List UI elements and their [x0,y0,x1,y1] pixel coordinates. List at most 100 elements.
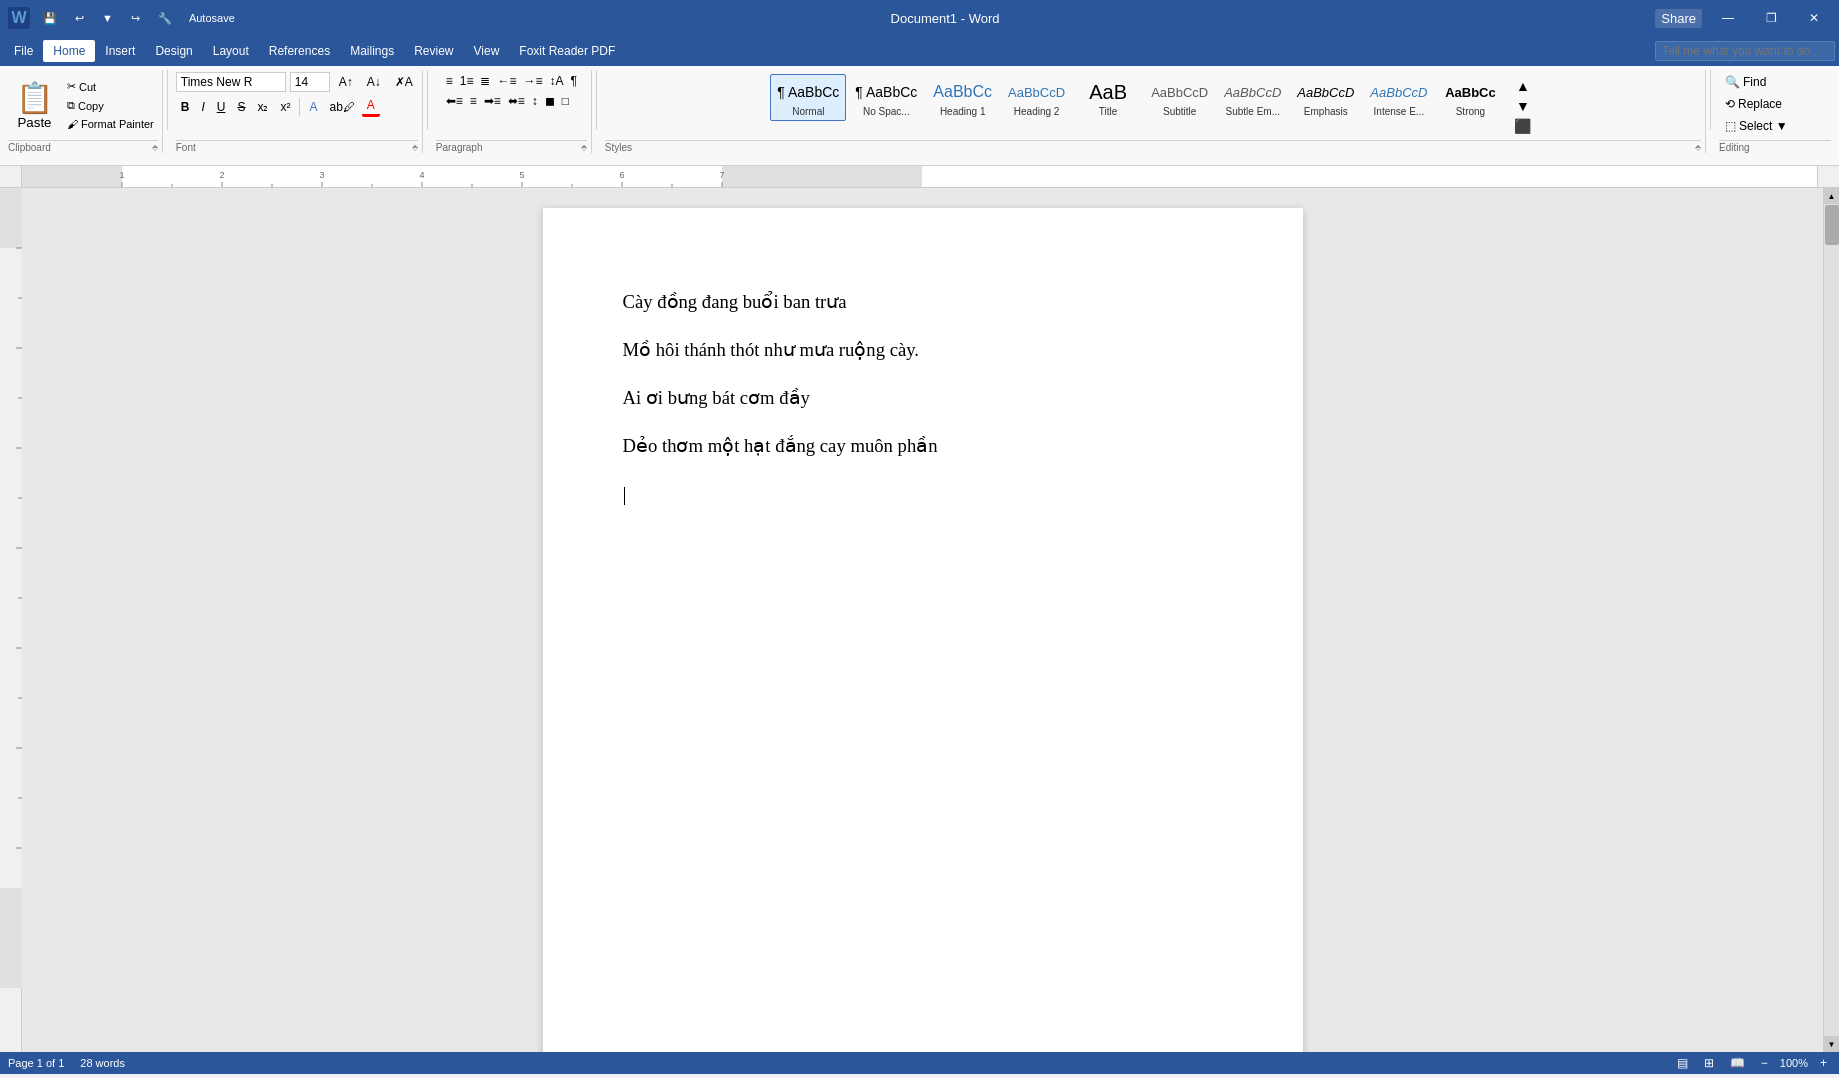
ruler-right-side [1817,166,1839,187]
format-painter-button[interactable]: 🖌 Format Painter [63,116,158,132]
scroll-track[interactable] [1824,204,1839,1036]
menu-design[interactable]: Design [145,40,202,62]
clear-format-button[interactable]: ✗A [390,73,418,91]
undo-button[interactable]: ↩ [70,10,89,27]
menu-view[interactable]: View [464,40,510,62]
style-intense-em-label: Intense E... [1374,106,1425,117]
style-emphasis[interactable]: AaBbCcD Emphasis [1290,74,1361,121]
line-spacing-button[interactable]: ↕ [529,92,541,110]
svg-text:6: 6 [619,170,624,180]
doc-line-2: Mồ hôi thánh thót như mưa ruộng cày. [623,336,1223,364]
underline-button[interactable]: U [212,98,231,116]
scroll-down-button[interactable]: ▼ [1824,1036,1840,1052]
minimize-button[interactable]: — [1710,7,1746,29]
font-label: Font [176,142,196,153]
scroll-up-button[interactable]: ▲ [1824,188,1840,204]
shading-button[interactable]: ◼ [542,92,558,110]
replace-label: Replace [1738,97,1782,111]
style-title[interactable]: AaB Title [1074,74,1142,121]
select-button[interactable]: ⬚ Select ▼ [1719,116,1831,136]
web-layout-button[interactable]: ⊞ [1700,1056,1718,1070]
styles-scroll-down[interactable]: ▼ [1512,96,1533,116]
zoom-in-button[interactable]: + [1816,1056,1831,1070]
restore-button[interactable]: ❐ [1754,7,1789,29]
clipboard-expand-icon[interactable]: ⬘ [152,143,158,152]
style-heading1[interactable]: AaBbCc Heading 1 [926,74,999,121]
font-size-input[interactable] [290,72,330,92]
shrink-font-button[interactable]: A↓ [362,73,386,91]
customize-qat-button[interactable]: 🔧 [153,10,177,27]
style-normal[interactable]: ¶ AaBbCc Normal [770,74,846,121]
undo-dropdown[interactable]: ▼ [97,10,118,26]
find-button[interactable]: 🔍 Find [1719,72,1831,92]
grow-font-button[interactable]: A↑ [334,73,358,91]
doc-line-4: Dẻo thơm một hạt đắng cay muôn phần [623,432,1223,460]
borders-button[interactable]: □ [559,92,572,110]
sort-button[interactable]: ↕A [546,72,566,90]
menu-mailings[interactable]: Mailings [340,40,404,62]
bold-button[interactable]: B [176,98,195,116]
scroll-thumb[interactable] [1825,205,1839,245]
replace-button[interactable]: ⟲ Replace [1719,94,1831,114]
font-expand-icon[interactable]: ⬘ [412,143,418,152]
document-content[interactable]: Cày đồng đang buổi ban trưa Mồ hôi thánh… [623,288,1223,508]
font-name-input[interactable] [176,72,286,92]
print-layout-button[interactable]: ▤ [1673,1056,1692,1070]
multilevel-button[interactable]: ≣ [477,72,493,90]
paste-label: Paste [17,115,51,130]
menu-foxit[interactable]: Foxit Reader PDF [509,40,625,62]
style-heading2[interactable]: AaBbCcD Heading 2 [1001,74,1072,121]
para-expand-icon[interactable]: ⬘ [581,143,587,152]
vertical-scrollbar[interactable]: ▲ ▼ [1823,188,1839,1052]
styles-expand[interactable]: ⬛ [1512,116,1533,136]
text-effects-button[interactable]: A [304,98,322,116]
style-intense-emphasis[interactable]: AaBbCcD Intense E... [1363,74,1434,121]
align-center-button[interactable]: ≡ [467,92,480,110]
style-normal-label: Normal [792,106,824,117]
zoom-out-button[interactable]: − [1757,1056,1772,1070]
style-strong-label: Strong [1456,106,1485,117]
strikethrough-button[interactable]: S [232,98,250,116]
paste-button[interactable]: 📋 Paste [8,76,61,134]
increase-indent-button[interactable]: →≡ [520,72,545,90]
read-mode-button[interactable]: 📖 [1726,1056,1749,1070]
highlight-color-button[interactable]: ab🖊 [324,98,359,116]
style-em-label: Emphasis [1304,106,1348,117]
help-search-input[interactable] [1655,41,1835,61]
align-right-button[interactable]: ➡≡ [481,92,504,110]
menu-file[interactable]: File [4,40,43,62]
italic-button[interactable]: I [196,98,209,116]
menu-home[interactable]: Home [43,40,95,62]
style-strong[interactable]: AaBbCc Strong [1436,74,1504,121]
cut-button[interactable]: ✂ Cut [63,78,158,95]
styles-scroll-up[interactable]: ▲ [1512,76,1533,96]
document-area[interactable]: Cày đồng đang buổi ban trưa Mồ hôi thánh… [22,188,1823,1052]
superscript-button[interactable]: x² [275,98,295,116]
menu-layout[interactable]: Layout [203,40,259,62]
styles-expand-icon[interactable]: ⬘ [1695,143,1701,152]
subscript-button[interactable]: x₂ [252,98,273,116]
show-marks-button[interactable]: ¶ [567,72,579,90]
font-color-button[interactable]: A [362,96,380,117]
save-button[interactable]: 💾 [38,10,62,27]
align-left-button[interactable]: ⬅≡ [443,92,466,110]
bullets-button[interactable]: ≡ [443,72,456,90]
style-no-spacing[interactable]: ¶ AaBbCc No Spac... [848,74,924,121]
style-subtle-emphasis[interactable]: AaBbCcD Subtle Em... [1217,74,1288,121]
menu-references[interactable]: References [259,40,340,62]
share-button[interactable]: Share [1655,9,1702,28]
styles-gallery: ¶ AaBbCc Normal ¶ AaBbCc No Spac... AaBb… [770,74,1504,121]
style-subtitle[interactable]: AaBbCcD Subtitle [1144,74,1215,121]
svg-text:3: 3 [319,170,324,180]
close-button[interactable]: ✕ [1797,7,1831,29]
justify-button[interactable]: ⬌≡ [505,92,528,110]
decrease-indent-button[interactable]: ←≡ [494,72,519,90]
doc-cursor-line[interactable] [623,480,1223,508]
numbering-button[interactable]: 1≡ [457,72,477,90]
menu-insert[interactable]: Insert [95,40,145,62]
copy-button[interactable]: ⧉ Copy [63,97,158,114]
style-h2-preview: AaBbCcD [1008,78,1065,106]
redo-button[interactable]: ↪ [126,10,145,27]
styles-label: Styles [605,142,632,153]
menu-review[interactable]: Review [404,40,463,62]
